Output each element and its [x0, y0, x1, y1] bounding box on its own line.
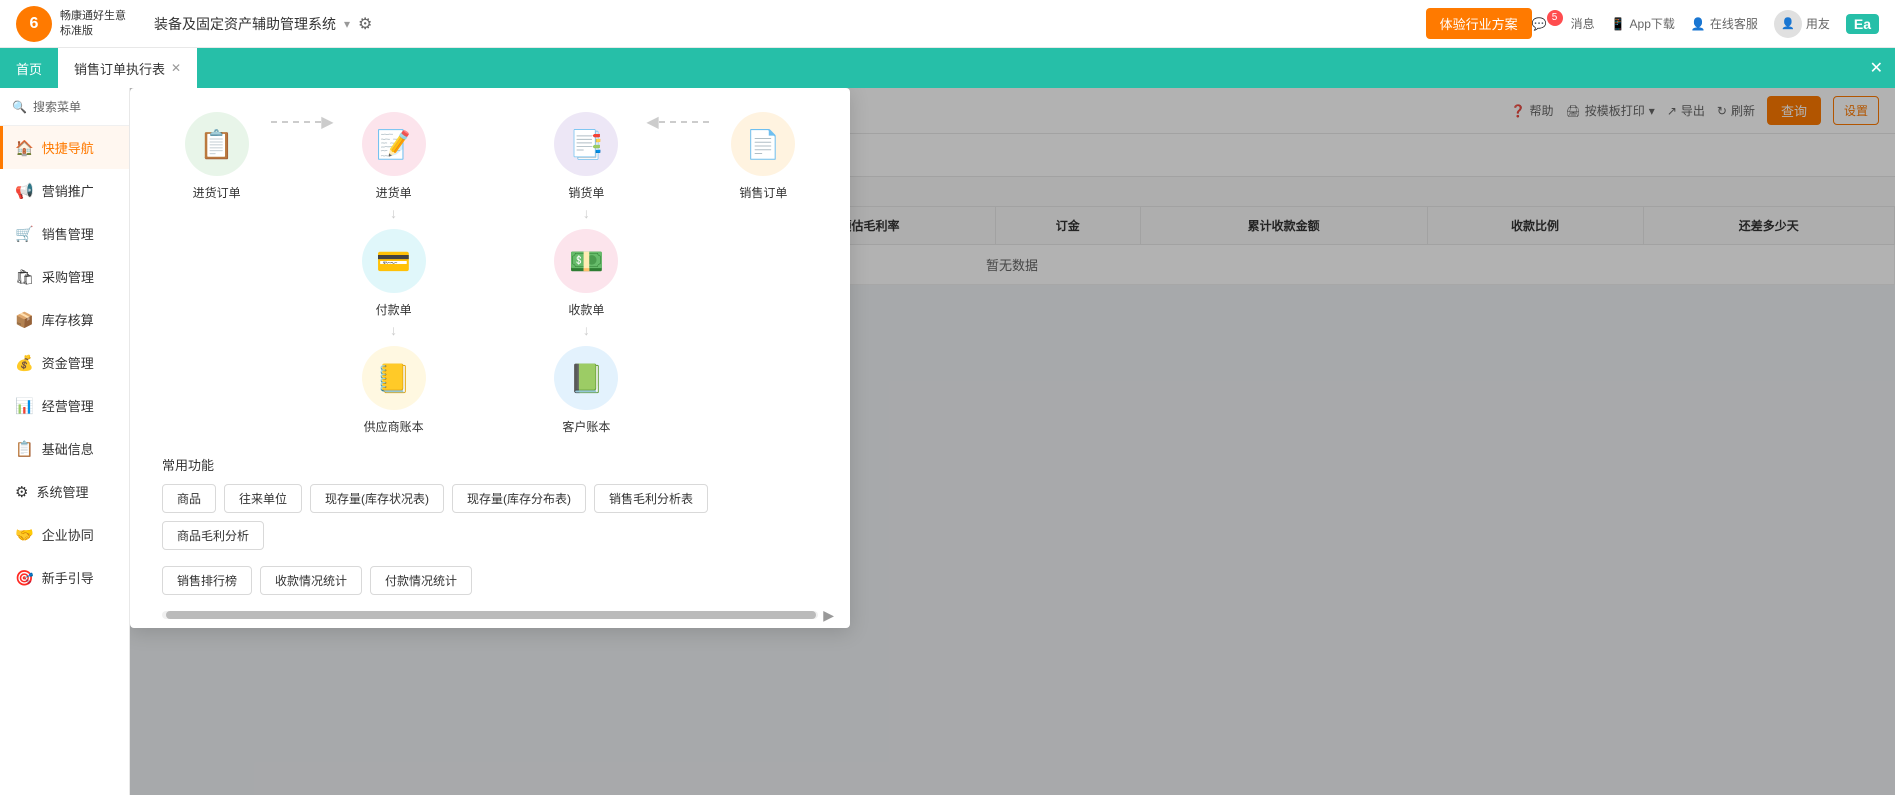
common-btn-3[interactable]: 现存量(库存分布表): [452, 484, 586, 513]
sidebar-item-basic-info[interactable]: 📋 基础信息: [0, 427, 129, 470]
common-btn-0[interactable]: 商品: [162, 484, 216, 513]
sidebar-item-finance[interactable]: 💰 资金管理: [0, 341, 129, 384]
flow-col-sales: 📑 销货单 ↓ 💵 收款单 ↓: [526, 112, 646, 435]
basic-info-icon: 📋: [15, 440, 34, 458]
flow-item-supplier-ledger[interactable]: 📒 供应商账本: [334, 346, 454, 435]
sidebar-item-inventory[interactable]: 📦 库存核算: [0, 298, 129, 341]
system-icon: ⚙: [15, 483, 28, 501]
flow-circle-sales-order: 📄: [731, 112, 795, 176]
ea-badge: Ea: [1846, 14, 1879, 34]
flow-modal: 📋 进货订单 ▶ 📝: [130, 88, 850, 628]
common-title: 常用功能: [162, 455, 818, 474]
scrollbar-thumb: [166, 611, 816, 619]
flow-circle-purchase: 📝: [362, 112, 426, 176]
common-btn-row2-0[interactable]: 销售排行榜: [162, 566, 252, 595]
flow-item-customer-ledger[interactable]: 📗 客户账本: [526, 346, 646, 435]
sidebar: 🔍 搜索菜单 🏠 快捷导航 📢 营销推广 🛒 销售管理 🛍 采购管理 📦 库存核…: [0, 88, 130, 795]
flow-item-sales-order[interactable]: 📄 销售订单: [709, 112, 818, 201]
purchase-order-icon: 📋: [199, 128, 234, 161]
sidebar-item-marketing[interactable]: 📢 营销推广: [0, 169, 129, 212]
flow-circle-supplier-ledger: 📒: [362, 346, 426, 410]
app-download-item[interactable]: 📱 App下载: [1611, 15, 1675, 32]
settings-icon[interactable]: ⚙: [358, 14, 372, 34]
marketing-icon: 📢: [15, 182, 34, 200]
trial-button[interactable]: 体验行业方案: [1426, 8, 1532, 39]
content-area: ❓ 帮助 🖨 按模板打印 ▾ ↗ 导出 ↻ 刷新 查询 设置 📅 —: [130, 88, 1895, 795]
flow-item-purchase-order[interactable]: 📋 进货订单: [162, 112, 271, 201]
tab-sales-order[interactable]: 销售订单执行表 ✕: [58, 48, 197, 88]
flow-circle-customer-ledger: 📗: [554, 346, 618, 410]
avatar-icon: 👤: [1781, 17, 1795, 30]
scrollbar-right-arrow[interactable]: ▶: [823, 607, 834, 624]
flow-modal-overlay: 📋 进货订单 ▶ 📝: [130, 88, 1895, 795]
flow-item-sales[interactable]: 📑 销货单: [526, 112, 646, 201]
common-buttons: 商品往来单位现存量(库存状况表) 现存量(库存分布表) 销售毛利分析表商品毛利分析销…: [162, 484, 818, 595]
tab-home[interactable]: 首页: [0, 48, 58, 88]
search-icon: 🔍: [12, 100, 27, 114]
operations-icon: 📊: [15, 397, 34, 415]
user-area[interactable]: 👤 用友: [1774, 10, 1830, 38]
customer-ledger-icon: 📗: [569, 362, 604, 395]
sidebar-item-guide[interactable]: 🎯 新手引导: [0, 556, 129, 599]
common-btn-5[interactable]: 商品毛利分析: [162, 521, 264, 550]
receipt-icon: 💵: [569, 245, 604, 278]
common-btn-2[interactable]: 现存量(库存状况表): [310, 484, 444, 513]
flow-item-receipt[interactable]: 💵 收款单: [526, 229, 646, 318]
logo-icon: 6: [16, 6, 52, 42]
sidebar-item-sales[interactable]: 🛒 销售管理: [0, 212, 129, 255]
flow-circle-payment: 💳: [362, 229, 426, 293]
message-icon: 💬: [1532, 17, 1547, 31]
common-btn-1[interactable]: 往来单位: [224, 484, 302, 513]
common-section: 常用功能 商品往来单位现存量(库存状况表)现存量(库存分布表)销售毛利分析表商品…: [162, 455, 818, 595]
main-layout: 🔍 搜索菜单 🏠 快捷导航 📢 营销推广 🛒 销售管理 🛍 采购管理 📦 库存核…: [0, 88, 1895, 795]
purchase-icon: 🛍: [15, 268, 34, 286]
inventory-icon: 📦: [15, 311, 34, 329]
flow-circle-purchase-order: 📋: [185, 112, 249, 176]
sidebar-item-home[interactable]: 🏠 快捷导航: [0, 126, 129, 169]
flow-circle-receipt: 💵: [554, 229, 618, 293]
search-menu[interactable]: 🔍 搜索菜单: [0, 88, 129, 126]
modal-scrollbar[interactable]: ▶: [162, 611, 818, 619]
flow-circle-sales: 📑: [554, 112, 618, 176]
flow-item-payment[interactable]: 💳 付款单: [334, 229, 454, 318]
message-item[interactable]: 💬 5 消息: [1532, 15, 1595, 32]
payment-icon: 💳: [376, 245, 411, 278]
logo-text: 畅康通好生意 标准版: [60, 9, 126, 38]
top-header: 6 畅康通好生意 标准版 装备及固定资产辅助管理系统 ▾ ⚙ 体验行业方案 💬 …: [0, 0, 1895, 48]
header-right: 💬 5 消息 📱 App下载 👤 在线客服 👤 用友 Ea: [1532, 10, 1879, 38]
common-btn-row2-2[interactable]: 付款情况统计: [370, 566, 472, 595]
online-service-item[interactable]: 👤 在线客服: [1691, 15, 1758, 32]
common-btn-row2-1[interactable]: 收款情况统计: [260, 566, 362, 595]
sales-bill-icon: 📑: [569, 128, 604, 161]
purchase-icon: 📝: [376, 128, 411, 161]
flow-section: 📋 进货订单 ▶ 📝: [162, 112, 818, 435]
sidebar-item-enterprise[interactable]: 🤝 企业协同: [0, 513, 129, 556]
finance-icon: 💰: [15, 354, 34, 372]
sales-order-icon: 📄: [746, 128, 781, 161]
tab-close-icon[interactable]: ✕: [171, 61, 181, 75]
sidebar-item-operations[interactable]: 📊 经营管理: [0, 384, 129, 427]
guide-icon: 🎯: [15, 569, 34, 587]
flow-col-purchase: 📝 进货单 ↓ 💳 付款单 ↓: [334, 112, 454, 435]
service-icon: 👤: [1691, 17, 1706, 31]
tab-bar: 首页 销售订单执行表 ✕ ✕: [0, 48, 1895, 88]
sidebar-item-purchase[interactable]: 🛍 采购管理: [0, 255, 129, 298]
system-title: 装备及固定资产辅助管理系统 ▾ ⚙: [146, 14, 1426, 34]
home-icon: 🏠: [15, 139, 34, 157]
supplier-ledger-icon: 📒: [376, 362, 411, 395]
title-dropdown-icon[interactable]: ▾: [344, 17, 350, 31]
enterprise-icon: 🤝: [15, 526, 34, 544]
avatar: 👤: [1774, 10, 1802, 38]
flow-item-purchase[interactable]: 📝 进货单: [334, 112, 454, 201]
download-icon: 📱: [1611, 17, 1626, 31]
sales-icon: 🛒: [15, 225, 34, 243]
tab-bar-close-icon[interactable]: ✕: [1870, 58, 1883, 78]
logo-area: 6 畅康通好生意 标准版: [16, 6, 146, 42]
common-btn-4[interactable]: 销售毛利分析表: [594, 484, 708, 513]
sidebar-item-system[interactable]: ⚙ 系统管理: [0, 470, 129, 513]
